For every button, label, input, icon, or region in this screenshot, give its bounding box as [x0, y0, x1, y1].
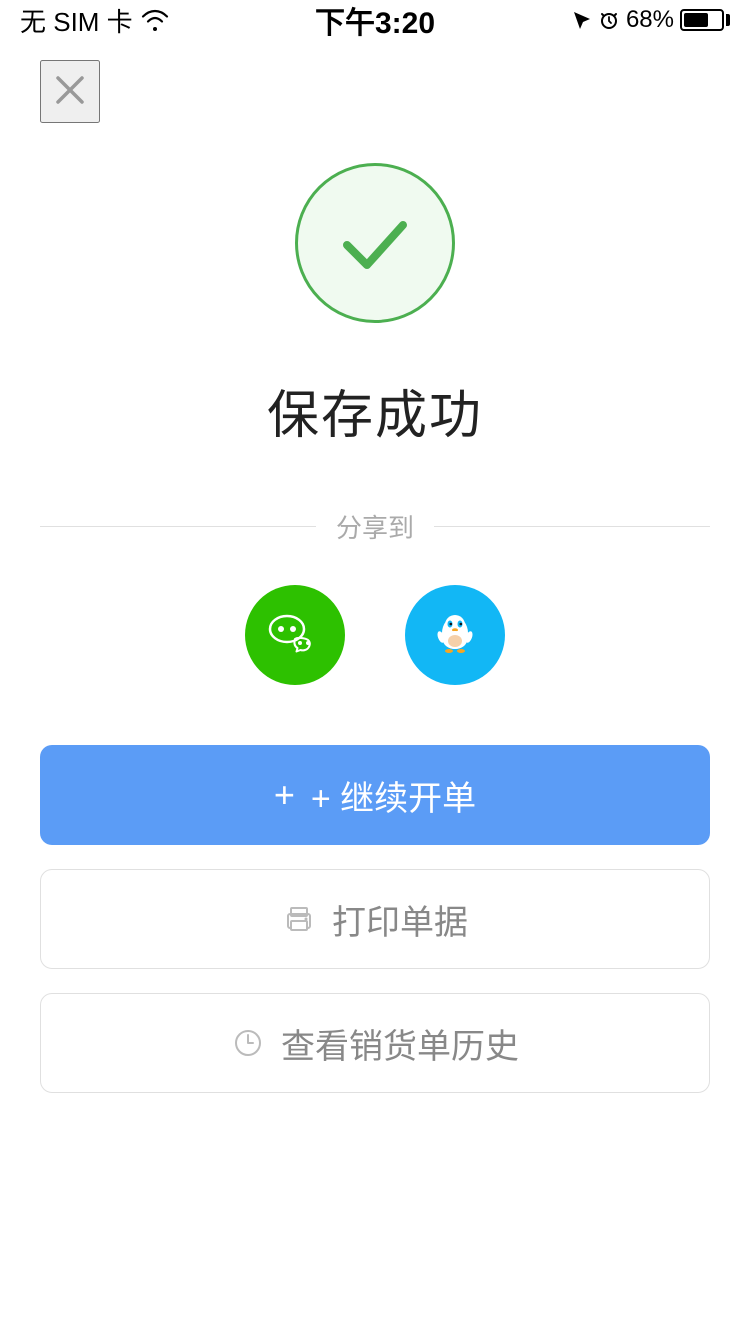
wechat-share-button[interactable]: [245, 585, 345, 685]
close-icon: [52, 72, 88, 108]
close-button[interactable]: [40, 60, 100, 123]
share-label: 分享到: [336, 508, 414, 545]
wechat-icon: [267, 607, 323, 663]
share-divider-row: 分享到: [40, 508, 710, 545]
actions-section: + + 继续开单 打印单据 查看销货单历史: [40, 745, 710, 1093]
status-right: 68%: [572, 6, 730, 34]
wifi-icon: [141, 9, 169, 31]
battery-icon: [680, 9, 730, 31]
status-left: 无 SIM 卡: [20, 2, 169, 39]
divider-right: [434, 526, 710, 527]
success-circle: [295, 163, 455, 323]
history-button[interactable]: 查看销货单历史: [40, 993, 710, 1093]
continue-plus-icon: +: [274, 774, 295, 816]
status-bar: 无 SIM 卡 下午3:20 68%: [0, 0, 750, 40]
checkmark-icon: [335, 203, 415, 283]
divider-left: [40, 526, 316, 527]
main-content: 保存成功 分享到: [0, 40, 750, 1334]
share-section: 分享到: [40, 508, 710, 685]
qq-icon: [427, 607, 483, 663]
share-icons-row: [40, 585, 710, 685]
location-icon: [572, 10, 592, 30]
alarm-icon: [598, 9, 620, 31]
success-title: 保存成功: [267, 373, 483, 448]
history-label: 查看销货单历史: [281, 1019, 519, 1068]
no-sim-text: 无 SIM 卡: [20, 2, 133, 39]
print-button[interactable]: 打印单据: [40, 869, 710, 969]
continue-label: + 继续开单: [311, 771, 476, 820]
print-icon: [282, 902, 316, 936]
print-label: 打印单据: [332, 895, 468, 944]
continue-button[interactable]: + + 继续开单: [40, 745, 710, 845]
qq-share-button[interactable]: [405, 585, 505, 685]
status-time: 下午3:20: [315, 0, 435, 42]
battery-percent: 68%: [626, 6, 674, 34]
history-icon: [231, 1026, 265, 1060]
